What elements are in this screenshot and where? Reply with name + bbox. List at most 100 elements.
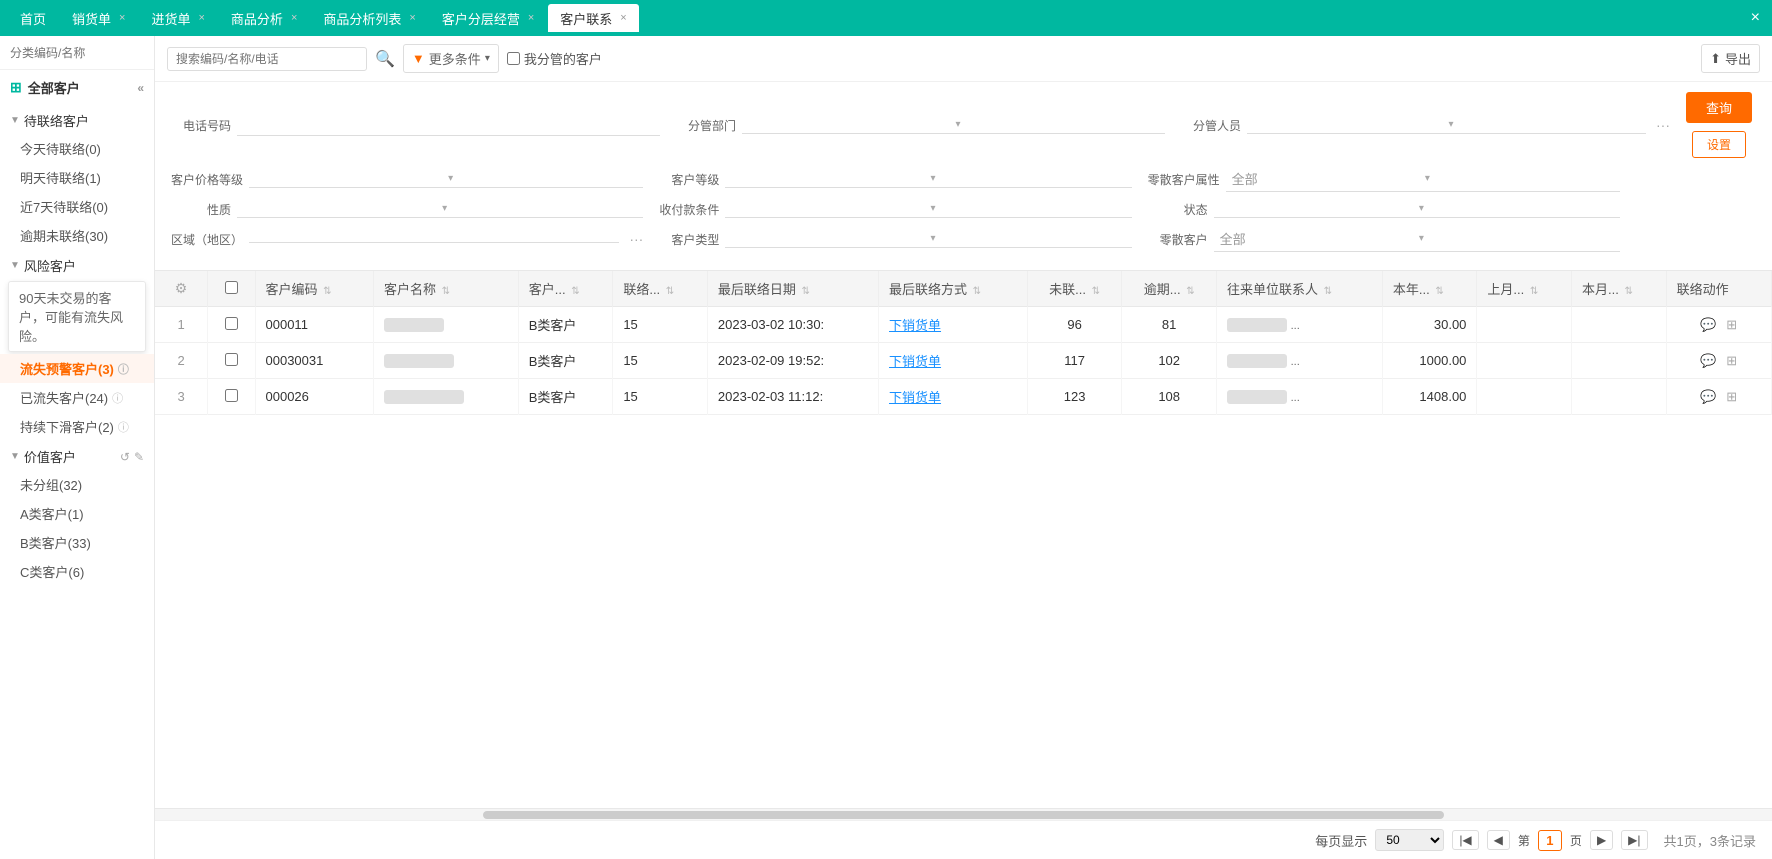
close-purchase-order[interactable]: × (198, 12, 204, 24)
filter-customer-tier-select[interactable]: ▾ (725, 170, 1131, 188)
col-header-this-month[interactable]: 本月... ⇅ (1572, 271, 1667, 307)
nav-customer-tier[interactable]: 客户分层经营 × (430, 4, 546, 32)
col-header-code[interactable]: 客户编码 ⇅ (255, 271, 373, 307)
sidebar-item-overdue[interactable]: 逾期未联络(30) (0, 221, 154, 250)
filter-search-input[interactable] (167, 47, 367, 71)
sort-icon-last-month[interactable]: ⇅ (1530, 286, 1538, 297)
my-customers-checkbox[interactable] (507, 52, 520, 65)
settings-button[interactable]: 设置 (1692, 131, 1746, 158)
col-header-last-way[interactable]: 最后联络方式 ⇅ (879, 271, 1028, 307)
close-sales-order[interactable]: × (119, 12, 125, 24)
filter-retail-attr-select[interactable]: 全部 ▾ (1226, 166, 1620, 192)
col-header-last-date[interactable]: 最后联络日期 ⇅ (707, 271, 878, 307)
nav-customer-contact[interactable]: 客户联系 × (548, 4, 638, 32)
filter-status-select[interactable]: ▾ (1214, 200, 1620, 218)
first-page-button[interactable]: |◀ (1452, 830, 1478, 850)
filter-phone-input[interactable] (237, 115, 660, 136)
last-way-link[interactable]: 下销货单 (889, 318, 941, 333)
sidebar-item-class-b[interactable]: B类客户(33) (0, 528, 154, 557)
sort-icon-this-year[interactable]: ⇅ (1435, 286, 1443, 297)
sort-icon-this-month[interactable]: ⇅ (1624, 286, 1632, 297)
prev-page-button[interactable]: ◀ (1487, 830, 1510, 850)
col-header-overdue[interactable]: 逾期... ⇅ (1122, 271, 1217, 307)
filter-manager-select[interactable]: ▾ (1247, 116, 1646, 134)
scroll-thumb[interactable] (483, 811, 1444, 819)
horizontal-scrollbar[interactable] (155, 808, 1772, 820)
sidebar-item-7days[interactable]: 近7天待联络(0) (0, 192, 154, 221)
select-all-checkbox[interactable] (225, 281, 238, 294)
col-header-type[interactable]: 客户... ⇅ (518, 271, 613, 307)
action-message-icon[interactable]: 💬 (1700, 317, 1716, 332)
row-checkbox-cell[interactable] (208, 343, 255, 379)
nav-product-analysis-list[interactable]: 商品分析列表 × (311, 4, 427, 32)
nav-home[interactable]: 首页 (8, 4, 58, 32)
sidebar-item-class-a[interactable]: A类客户(1) (0, 499, 154, 528)
action-more-icon[interactable]: ⊞ (1726, 389, 1737, 404)
sort-icon-name[interactable]: ⇅ (442, 286, 450, 297)
col-header-uncontact[interactable]: 未联... ⇅ (1027, 271, 1122, 307)
row-last-way[interactable]: 下销货单 (879, 343, 1028, 379)
row-checkbox-cell[interactable] (208, 379, 255, 415)
section-value-customers[interactable]: ▼ 价值客户 ↺ ✎ (0, 441, 154, 470)
col-header-unit-contact[interactable]: 往来单位联系人 ⇅ (1216, 271, 1382, 307)
export-button[interactable]: ⬆ 导出 (1701, 44, 1760, 73)
filter-region-select[interactable] (249, 236, 619, 243)
filter-price-tier-select[interactable]: ▾ (249, 170, 643, 188)
action-message-icon[interactable]: 💬 (1700, 353, 1716, 368)
filter-more-button[interactable]: ▼ 更多条件 ▾ (403, 44, 499, 73)
sort-icon-code[interactable]: ⇅ (323, 286, 331, 297)
row-action[interactable]: 💬 ⊞ (1666, 343, 1771, 379)
filter-search-button[interactable]: 🔍 (375, 49, 395, 69)
col-header-this-year[interactable]: 本年... ⇅ (1382, 271, 1477, 307)
action-more-icon[interactable]: ⊞ (1726, 353, 1737, 368)
close-product-analysis[interactable]: × (291, 12, 297, 24)
close-all-tabs[interactable]: × (1747, 5, 1764, 31)
sidebar-all-customers[interactable]: ⊞ 全部客户 « (0, 70, 154, 105)
action-message-icon[interactable]: 💬 (1700, 389, 1716, 404)
col-header-contact[interactable]: 联络... ⇅ (613, 271, 708, 307)
edit-icon[interactable]: ✎ (134, 450, 144, 464)
col-header-settings[interactable]: ⚙ (155, 271, 208, 307)
row-action[interactable]: 💬 ⊞ (1666, 379, 1771, 415)
col-header-name[interactable]: 客户名称 ⇅ (373, 271, 518, 307)
row-action[interactable]: 💬 ⊞ (1666, 307, 1771, 343)
sort-icon-unit-contact[interactable]: ⇅ (1324, 286, 1332, 297)
sort-icon-last-date[interactable]: ⇅ (802, 286, 810, 297)
sidebar-search-input[interactable] (10, 46, 155, 60)
section-risk-customers[interactable]: ▼ 风险客户 (0, 250, 154, 279)
sidebar-item-today[interactable]: 今天待联络(0) (0, 134, 154, 163)
row-last-way[interactable]: 下销货单 (879, 307, 1028, 343)
sort-icon-uncontact[interactable]: ⇅ (1092, 286, 1100, 297)
sort-icon-type[interactable]: ⇅ (571, 286, 579, 297)
last-page-button[interactable]: ▶| (1621, 830, 1647, 850)
sidebar-item-ungrouped[interactable]: 未分组(32) (0, 470, 154, 499)
sidebar-item-churned[interactable]: 已流失客户(24) ⓘ (0, 383, 154, 412)
filter-retail-customer-select[interactable]: 全部 ▾ (1214, 226, 1620, 252)
filter-nature-select[interactable]: ▾ (237, 200, 643, 218)
col-header-checkbox[interactable] (208, 271, 255, 307)
my-customers-checkbox-label[interactable]: 我分管的客户 (507, 49, 602, 68)
filter-payment-select[interactable]: ▾ (725, 200, 1131, 218)
col-header-last-month[interactable]: 上月... ⇅ (1477, 271, 1572, 307)
row-checkbox[interactable] (225, 353, 238, 366)
sidebar-item-churn-warning[interactable]: 流失预警客户(3) ⓘ (0, 354, 154, 383)
sort-icon-contact[interactable]: ⇅ (666, 286, 674, 297)
next-page-button[interactable]: ▶ (1590, 830, 1613, 850)
close-customer-contact[interactable]: × (620, 12, 626, 24)
nav-purchase-order[interactable]: 进货单 × (139, 4, 216, 32)
sidebar-item-class-c[interactable]: C类客户(6) (0, 557, 154, 586)
sort-icon-overdue[interactable]: ⇅ (1186, 286, 1194, 297)
refresh-icon[interactable]: ↺ (120, 450, 130, 464)
nav-product-analysis[interactable]: 商品分析 × (219, 4, 309, 32)
row-last-way[interactable]: 下销货单 (879, 379, 1028, 415)
section-pending-contact[interactable]: ▼ 待联络客户 (0, 105, 154, 134)
action-more-icon[interactable]: ⊞ (1726, 317, 1737, 332)
filter-dept-select[interactable]: ▾ (742, 116, 1165, 134)
close-customer-tier[interactable]: × (528, 12, 534, 24)
sort-icon-last-way[interactable]: ⇅ (973, 286, 981, 297)
query-button[interactable]: 查询 (1686, 92, 1752, 123)
page-size-select[interactable]: 50 100 200 (1375, 829, 1444, 851)
last-way-link[interactable]: 下销货单 (889, 354, 941, 369)
nav-sales-order[interactable]: 销货单 × (60, 4, 137, 32)
filter-dots-region[interactable]: ··· (629, 231, 643, 247)
